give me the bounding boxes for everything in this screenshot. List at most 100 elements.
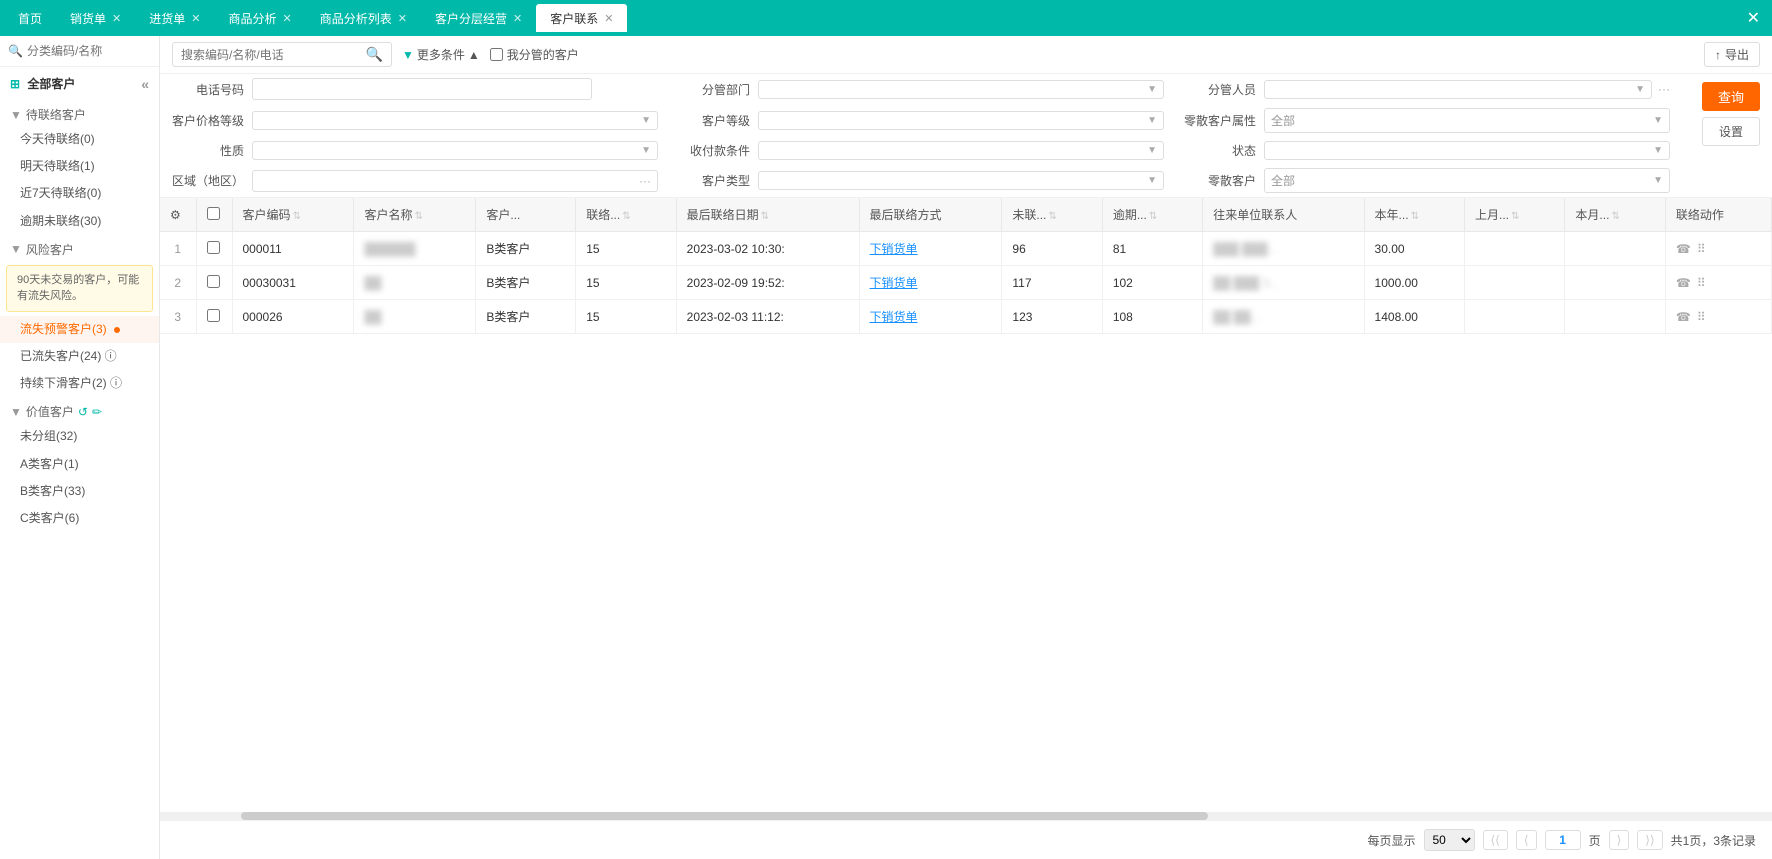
- filter-search-icon[interactable]: 🔍: [366, 46, 383, 63]
- gender-select[interactable]: ▼: [252, 141, 658, 160]
- page-prev-btn[interactable]: ⟨: [1516, 830, 1537, 850]
- sidebar-item-churned[interactable]: 已流失客户(24) ⓘ: [0, 343, 159, 370]
- tab-customer-contact-close[interactable]: ✕: [604, 12, 613, 25]
- page-first-btn[interactable]: ⟨⟨: [1483, 830, 1508, 850]
- grid-icon: ⊞: [10, 77, 20, 91]
- zero-attr-select[interactable]: 全部 ▼: [1264, 108, 1670, 133]
- export-button[interactable]: ↑ 导出: [1704, 42, 1760, 67]
- payment-label: 收付款条件: [678, 142, 758, 159]
- filter-search-input[interactable]: [181, 48, 366, 62]
- region-dots[interactable]: ···: [639, 174, 651, 188]
- manager-select[interactable]: ▼: [1264, 80, 1652, 99]
- dept-select[interactable]: ▼: [758, 80, 1164, 99]
- value-refresh-icon[interactable]: ↺: [78, 405, 88, 419]
- select-all-checkbox[interactable]: [207, 207, 220, 220]
- sidebar-collapse-icon[interactable]: «: [141, 76, 149, 92]
- sidebar-section-value[interactable]: ▼ 价值客户 ↺ ✏: [0, 397, 159, 423]
- tab-customer-contact[interactable]: 客户联系 ✕: [536, 4, 627, 32]
- col-overdue-header[interactable]: 逾期...⇅: [1102, 198, 1202, 232]
- col-contact-header[interactable]: 联络...⇅: [576, 198, 676, 232]
- action-more-icon-1[interactable]: ⠿: [1697, 276, 1706, 290]
- scroll-thumb[interactable]: [241, 812, 1208, 820]
- page-size-select[interactable]: 50 100 200: [1424, 829, 1475, 851]
- row-select-checkbox-0[interactable]: [207, 241, 220, 254]
- col-liaison-header[interactable]: 往来单位联系人: [1203, 198, 1364, 232]
- customer-table: ⚙ 客户编码⇅ 客户名称⇅ 客户... 联络...⇅ 最后联络日期⇅ 最后联络方…: [160, 198, 1772, 334]
- payment-select[interactable]: ▼: [758, 141, 1164, 160]
- tab-customer-tier-close[interactable]: ✕: [513, 12, 522, 25]
- tab-sales-close[interactable]: ✕: [112, 12, 121, 25]
- sidebar-section-pending[interactable]: ▼ 待联络客户: [0, 100, 159, 126]
- customer-level-select[interactable]: ▼: [758, 111, 1164, 130]
- col-name-header[interactable]: 客户名称⇅: [354, 198, 476, 232]
- action-more-icon-0[interactable]: ⠿: [1697, 242, 1706, 256]
- tab-analysis-close[interactable]: ✕: [283, 12, 292, 25]
- page-last-btn[interactable]: ⟩⟩: [1637, 830, 1662, 850]
- section-arrow-risk: ▼: [10, 242, 22, 256]
- tab-home[interactable]: 首页: [4, 4, 56, 32]
- region-label: 区域（地区）: [172, 172, 252, 189]
- action-more-icon-2[interactable]: ⠿: [1697, 310, 1706, 324]
- sidebar-item-ungrouped[interactable]: 未分组(32): [0, 423, 159, 450]
- region-select[interactable]: ···: [252, 170, 658, 192]
- dept-label: 分管部门: [678, 81, 758, 98]
- last-method-link-0[interactable]: 下销货单: [870, 242, 918, 256]
- value-edit-icon[interactable]: ✏: [92, 405, 102, 419]
- tab-analysis-list[interactable]: 商品分析列表 ✕: [306, 4, 421, 32]
- managed-checkbox[interactable]: [490, 48, 503, 61]
- col-code-header[interactable]: 客户编码⇅: [232, 198, 354, 232]
- sidebar-item-a-class[interactable]: A类客户(1): [0, 451, 159, 478]
- action-contact-icon-0[interactable]: ☎: [1676, 242, 1691, 256]
- horizontal-scrollbar[interactable]: [160, 812, 1772, 820]
- page-next-btn[interactable]: ⟩: [1609, 830, 1630, 850]
- tab-purchase[interactable]: 进货单 ✕: [135, 4, 214, 32]
- sidebar-item-overdue[interactable]: 逾期未联络(30): [0, 208, 159, 235]
- last-method-link-2[interactable]: 下销货单: [870, 310, 918, 324]
- col-last-date-header[interactable]: 最后联络日期⇅: [676, 198, 859, 232]
- row-select-checkbox-2[interactable]: [207, 309, 220, 322]
- filter-more-btn[interactable]: ▼ 更多条件 ▲: [402, 46, 480, 63]
- page-input[interactable]: 1: [1545, 830, 1581, 850]
- sidebar-item-c-class[interactable]: C类客户(6): [0, 505, 159, 532]
- tab-purchase-close[interactable]: ✕: [191, 12, 200, 25]
- col-type-header[interactable]: 客户...: [476, 198, 576, 232]
- status-select[interactable]: ▼: [1264, 141, 1670, 160]
- customer-type-select[interactable]: ▼: [758, 171, 1164, 190]
- settings-button[interactable]: 设置: [1702, 117, 1760, 146]
- phone-input[interactable]: [252, 78, 592, 100]
- tab-analysis[interactable]: 商品分析 ✕: [214, 4, 305, 32]
- manager-more-icon[interactable]: ···: [1658, 82, 1670, 96]
- sidebar-item-declining[interactable]: 持续下滑客户(2) ⓘ: [0, 370, 159, 397]
- sidebar-item-today[interactable]: 今天待联络(0): [0, 126, 159, 153]
- sidebar-section-risk[interactable]: ▼ 风险客户: [0, 235, 159, 261]
- tab-customer-tier[interactable]: 客户分层经营 ✕: [421, 4, 536, 32]
- tab-analysis-list-close[interactable]: ✕: [398, 12, 407, 25]
- sidebar-item-tomorrow[interactable]: 明天待联络(1): [0, 153, 159, 180]
- sidebar-item-churn-warning[interactable]: 流失预警客户(3): [0, 316, 159, 343]
- sidebar-search-input[interactable]: [27, 44, 151, 58]
- query-button[interactable]: 查询: [1702, 82, 1760, 111]
- dept-select-arrow: ▼: [1147, 84, 1157, 95]
- filter-field-gender: 性质 ▼: [172, 141, 658, 160]
- last-method-link-1[interactable]: 下销货单: [870, 276, 918, 290]
- price-level-select[interactable]: ▼: [252, 111, 658, 130]
- tab-sales[interactable]: 销货单 ✕: [56, 4, 135, 32]
- sidebar-all-customers[interactable]: ⊞ 全部客户 «: [0, 67, 159, 100]
- sidebar-item-b-class[interactable]: B类客户(33): [0, 478, 159, 505]
- zero-customer-select[interactable]: 全部 ▼: [1264, 168, 1670, 193]
- row-overdue-0: 81: [1102, 232, 1202, 266]
- tab-close-all[interactable]: ✕: [1739, 8, 1768, 28]
- sidebar-item-week[interactable]: 近7天待联络(0): [0, 180, 159, 207]
- row-actions-2: ☎ ⠿: [1665, 300, 1771, 334]
- col-settings[interactable]: ⚙: [160, 198, 196, 232]
- col-this-month-header[interactable]: 本月...⇅: [1565, 198, 1665, 232]
- action-contact-icon-2[interactable]: ☎: [1676, 310, 1691, 324]
- filter-row-1: 电话号码 分管部门 ▼ 分管人员: [160, 74, 1682, 104]
- col-last-method-header[interactable]: 最后联络方式: [859, 198, 1002, 232]
- tab-customer-tier-label: 客户分层经营: [435, 10, 507, 27]
- action-contact-icon-1[interactable]: ☎: [1676, 276, 1691, 290]
- row-select-checkbox-1[interactable]: [207, 275, 220, 288]
- col-this-year-header[interactable]: 本年...⇅: [1364, 198, 1464, 232]
- col-last-month-header[interactable]: 上月...⇅: [1464, 198, 1564, 232]
- col-unlinked-header[interactable]: 未联...⇅: [1002, 198, 1102, 232]
